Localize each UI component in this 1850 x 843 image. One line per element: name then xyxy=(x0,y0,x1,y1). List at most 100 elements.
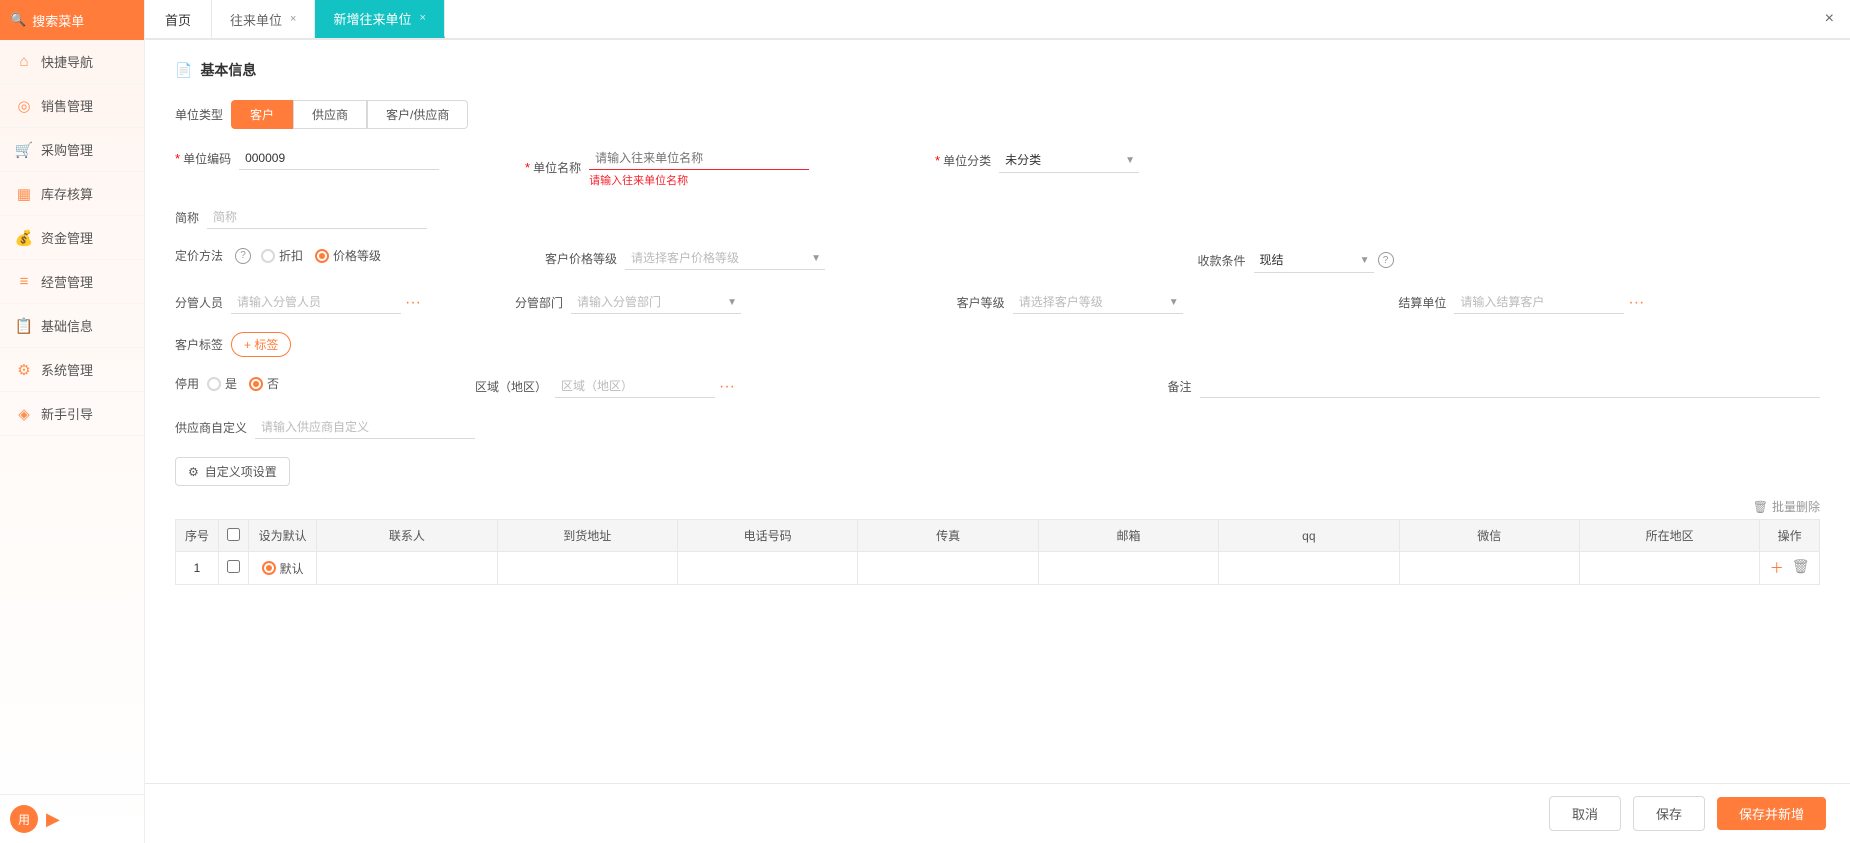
type-btn-customer[interactable]: 客户 xyxy=(231,100,293,129)
pricing-discount-radio[interactable] xyxy=(261,249,275,263)
row-add-button[interactable]: ＋ xyxy=(1770,558,1784,578)
pricing-row: 定价方法 ? 折扣 价格等级 客户价格等级 xyxy=(175,247,1820,273)
settlement-unit-input[interactable] xyxy=(1454,291,1624,314)
address-input[interactable] xyxy=(506,561,669,575)
cell-fax[interactable] xyxy=(858,552,1038,585)
qq-input[interactable] xyxy=(1227,561,1390,575)
sidebar-item-inventory[interactable]: ▦ 库存核算 xyxy=(0,172,144,216)
cell-wechat[interactable] xyxy=(1399,552,1579,585)
default-dot xyxy=(266,565,272,571)
cell-region-input[interactable] xyxy=(1588,561,1751,575)
pricing-level-option[interactable]: 价格等级 xyxy=(315,247,381,264)
manager-more-btn[interactable]: ··· xyxy=(401,294,425,312)
tab-partners[interactable]: 往来单位 × xyxy=(212,0,315,38)
dept-wrap[interactable]: ▼ xyxy=(571,291,741,314)
name-input[interactable] xyxy=(589,147,809,170)
sidebar-item-label: 销售管理 xyxy=(41,96,93,115)
tab-partners-close[interactable]: × xyxy=(290,13,296,25)
contact-table: 序号 设为默认 联系人 到货地址 电话号码 传真 邮箱 qq 微信 所在地区 操… xyxy=(175,519,1820,585)
system-icon: ⚙ xyxy=(15,361,33,379)
sidebar-item-system[interactable]: ⚙ 系统管理 xyxy=(0,348,144,392)
sidebar-item-guide[interactable]: ◈ 新手引导 xyxy=(0,392,144,436)
cancel-button[interactable]: 取消 xyxy=(1549,796,1621,831)
fax-input[interactable] xyxy=(866,561,1029,575)
type-btn-both[interactable]: 客户/供应商 xyxy=(367,100,468,129)
cell-qq[interactable] xyxy=(1219,552,1399,585)
sidebar-item-label: 库存核算 xyxy=(41,184,93,203)
col-phone: 电话号码 xyxy=(677,520,857,552)
email-input[interactable] xyxy=(1047,561,1210,575)
payment-terms-value: 现结 xyxy=(1254,247,1374,273)
sidebar-item-purchase[interactable]: 🛒 采购管理 xyxy=(0,128,144,172)
supplier-custom-input[interactable] xyxy=(255,416,475,439)
contact-input[interactable] xyxy=(325,561,488,575)
cell-address[interactable] xyxy=(497,552,677,585)
sidebar-item-quick-nav[interactable]: ⌂ 快捷导航 xyxy=(0,40,144,84)
contact-table-wrap: 序号 设为默认 联系人 到货地址 电话号码 传真 邮箱 qq 微信 所在地区 操… xyxy=(175,519,1820,585)
type-btn-supplier[interactable]: 供应商 xyxy=(293,100,367,129)
tab-new-partner-close[interactable]: × xyxy=(419,12,425,24)
save-button[interactable]: 保存 xyxy=(1633,796,1705,831)
sidebar-item-finance[interactable]: 💰 资金管理 xyxy=(0,216,144,260)
row-checkbox[interactable] xyxy=(227,560,240,573)
short-name-input[interactable] xyxy=(207,206,427,229)
add-tag-button[interactable]: + 标签 xyxy=(231,332,291,357)
disable-region-row: 停用 是 否 区域（地区） xyxy=(175,375,1820,398)
disable-no-option[interactable]: 否 xyxy=(249,375,279,392)
cell-contact[interactable] xyxy=(317,552,497,585)
customer-price-level-wrap[interactable]: ▼ xyxy=(625,247,825,270)
remark-input[interactable] xyxy=(1200,375,1820,398)
row-delete-button[interactable]: 🗑 xyxy=(1792,558,1810,578)
manager-input[interactable] xyxy=(231,291,401,314)
dept-input[interactable] xyxy=(571,291,741,314)
disable-yes-radio[interactable] xyxy=(207,377,221,391)
disable-yes-option[interactable]: 是 xyxy=(207,375,237,392)
customer-level-wrap[interactable]: ▼ xyxy=(1013,291,1183,314)
pricing-level-radio[interactable] xyxy=(315,249,329,263)
cell-email[interactable] xyxy=(1038,552,1218,585)
cell-region[interactable] xyxy=(1579,552,1759,585)
pricing-level-dot xyxy=(319,253,325,259)
user-avatar: 用 xyxy=(10,805,38,833)
form-footer: 取消 保存 保存并新增 xyxy=(145,783,1850,843)
tab-new-partner[interactable]: 新增往来单位 × xyxy=(315,0,444,38)
window-close-button[interactable]: × xyxy=(1809,0,1850,38)
sidebar-item-base-info[interactable]: 📋 基础信息 xyxy=(0,304,144,348)
col-action: 操作 xyxy=(1760,520,1820,552)
default-radio[interactable] xyxy=(262,561,276,575)
search-icon: 🔍 xyxy=(10,12,26,28)
guide-icon: ◈ xyxy=(15,405,33,423)
custom-settings-button[interactable]: ⚙ 自定义项设置 xyxy=(175,457,290,486)
pricing-help-icon[interactable]: ? xyxy=(235,248,251,264)
pricing-discount-option[interactable]: 折扣 xyxy=(261,247,303,264)
customer-level-input[interactable] xyxy=(1013,291,1183,314)
payment-terms-help-icon[interactable]: ? xyxy=(1378,252,1394,268)
customer-price-level-input[interactable] xyxy=(625,247,825,270)
batch-delete-label[interactable]: 批量删除 xyxy=(1772,498,1820,515)
cell-phone[interactable] xyxy=(677,552,857,585)
payment-terms-wrap[interactable]: 现结 ▼ xyxy=(1254,247,1374,273)
col-address: 到货地址 xyxy=(497,520,677,552)
supplier-custom-label: 供应商自定义 xyxy=(175,419,247,436)
phone-input[interactable] xyxy=(686,561,849,575)
region-more-btn[interactable]: ··· xyxy=(715,378,739,396)
sidebar-search[interactable]: 🔍 搜索菜单 xyxy=(0,0,144,40)
operations-icon: ≡ xyxy=(15,273,33,291)
wechat-input[interactable] xyxy=(1408,561,1571,575)
col-region: 所在地区 xyxy=(1579,520,1759,552)
region-input[interactable] xyxy=(555,375,715,398)
default-radio-item[interactable]: 默认 xyxy=(257,560,308,577)
table-row: 1 默认 xyxy=(176,552,1820,585)
cell-default: 默认 xyxy=(249,552,317,585)
row-action-group: ＋ 🗑 xyxy=(1768,558,1811,578)
sidebar-item-sales[interactable]: ◎ 销售管理 xyxy=(0,84,144,128)
tab-home[interactable]: 首页 xyxy=(145,0,212,38)
header-checkbox[interactable] xyxy=(227,528,240,541)
save-and-new-button[interactable]: 保存并新增 xyxy=(1717,797,1826,830)
code-input[interactable] xyxy=(239,147,439,170)
disable-no-radio[interactable] xyxy=(249,377,263,391)
col-email: 邮箱 xyxy=(1038,520,1218,552)
payment-terms-label: 收款条件 xyxy=(1198,252,1246,269)
sidebar-item-operations[interactable]: ≡ 经营管理 xyxy=(0,260,144,304)
settlement-unit-more-btn[interactable]: ··· xyxy=(1624,294,1648,312)
